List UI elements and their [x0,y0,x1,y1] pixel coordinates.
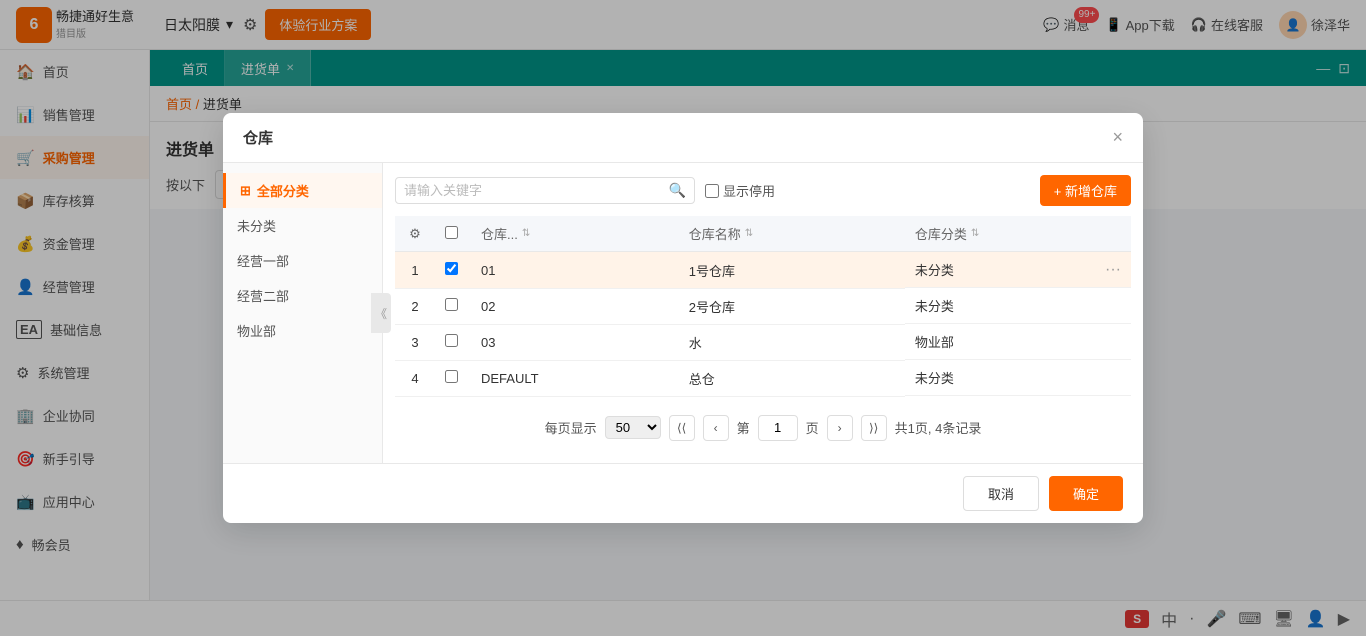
table-panel: 🔍 显示停用 + 新增仓库 ⚙ [383,163,1143,463]
row-name: 2号仓库 [679,288,905,324]
th-name-sort: 仓库名称 ⇅ [689,224,895,243]
table-row[interactable]: 2 02 2号仓库 未分类 [395,288,1131,324]
header-row: ⚙ 仓库... ⇅ [395,216,1131,252]
row-checkbox-cell [435,252,471,289]
dialog-body: ⊞ 全部分类 未分类 经营一部 经营二部 物业部 《 [223,163,1143,463]
row-name: 水 [679,324,905,360]
row-category: 物业部 [905,324,1131,360]
pagination: 每页显示 50 100 200 ⟨⟨ ‹ 第 页 › ⟩⟩ 共1页, 4条记录 [395,405,1131,451]
all-categories-item[interactable]: ⊞ 全部分类 [223,173,382,208]
page-summary: 共1页, 4条记录 [895,418,982,437]
row-num: 3 [395,324,435,360]
prev-page-btn[interactable]: ‹ [703,415,729,441]
row-num: 4 [395,360,435,396]
settings-col-icon[interactable]: ⚙ [409,226,421,241]
th-code: 仓库... ⇅ [471,216,679,252]
category-panel: ⊞ 全部分类 未分类 经营一部 经营二部 物业部 《 [223,163,383,463]
warehouse-dialog: 仓库 × ⊞ 全部分类 未分类 经营一部 经营二部 [223,113,1143,523]
row-category: 未分类 [905,360,1131,396]
row-checkbox[interactable] [445,334,458,347]
chevron-left-icon: 《 [375,305,387,322]
cat-item-uncategorized[interactable]: 未分类 [223,208,382,243]
select-all-checkbox[interactable] [445,226,458,239]
show-disabled-checkbox[interactable] [705,184,719,198]
page-unit: 页 [806,418,819,437]
confirm-button[interactable]: 确定 [1049,476,1123,511]
th-category-sort: 仓库分类 ⇅ [915,224,1121,243]
page-input[interactable] [758,415,798,441]
search-icon[interactable]: 🔍 [669,182,686,199]
row-checkbox[interactable] [445,370,458,383]
dialog-overlay: 仓库 × ⊞ 全部分类 未分类 经营一部 经营二部 [0,0,1366,636]
row-category: 未分类 ··· [905,252,1131,288]
last-page-btn[interactable]: ⟩⟩ [861,415,887,441]
cancel-button[interactable]: 取消 [963,476,1039,511]
row-checkbox-cell [435,360,471,396]
dialog-header: 仓库 × [223,113,1143,163]
category-sort-icon[interactable]: ⇅ [971,228,979,239]
row-name: 总仓 [679,360,905,396]
th-code-label: 仓库... [481,224,518,243]
row-code: 01 [471,252,679,289]
row-code: 03 [471,324,679,360]
cat-item-property[interactable]: 物业部 [223,313,382,348]
row-checkbox-cell [435,324,471,360]
cat-label-ops1: 经营一部 [237,254,289,269]
table-row[interactable]: 3 03 水 物业部 [395,324,1131,360]
cat-label-ops2: 经营二部 [237,289,289,304]
row-checkbox[interactable] [445,298,458,311]
per-page-select[interactable]: 50 100 200 [605,416,661,439]
page-label: 第 [737,418,750,437]
code-sort-icon[interactable]: ⇅ [522,228,530,239]
table-body: 1 01 1号仓库 未分类 ··· 2 02 2号仓库 未分类 3 [395,252,1131,397]
name-sort-icon[interactable]: ⇅ [745,228,753,239]
table-container: ⚙ 仓库... ⇅ [395,216,1131,397]
row-name: 1号仓库 [679,252,905,289]
grid-icon: ⊞ [240,183,251,199]
th-name: 仓库名称 ⇅ [679,216,905,252]
collapse-panel-btn[interactable]: 《 [371,293,391,333]
add-warehouse-btn[interactable]: + 新增仓库 [1040,175,1131,206]
row-num: 1 [395,252,435,289]
row-code: DEFAULT [471,360,679,396]
row-num: 2 [395,288,435,324]
cat-label-uncategorized: 未分类 [237,219,276,234]
search-box: 🔍 [395,177,695,204]
table-toolbar: 🔍 显示停用 + 新增仓库 [395,175,1131,206]
th-code-sort: 仓库... ⇅ [481,224,669,243]
th-category: 仓库分类 ⇅ [905,216,1131,252]
show-disabled-group: 显示停用 [705,181,775,200]
per-page-label: 每页显示 [545,418,597,437]
row-checkbox-cell [435,288,471,324]
table-row[interactable]: 4 DEFAULT 总仓 未分类 [395,360,1131,396]
th-name-label: 仓库名称 [689,224,741,243]
dialog-close-btn[interactable]: × [1112,127,1123,148]
th-category-label: 仓库分类 [915,224,967,243]
row-checkbox[interactable] [445,262,458,275]
show-disabled-label: 显示停用 [723,181,775,200]
search-input[interactable] [404,183,663,198]
dialog-footer: 取消 确定 [223,463,1143,523]
table-header: ⚙ 仓库... ⇅ [395,216,1131,252]
table-row[interactable]: 1 01 1号仓库 未分类 ··· [395,252,1131,289]
th-settings: ⚙ [395,216,435,252]
warehouse-table: ⚙ 仓库... ⇅ [395,216,1131,397]
dialog-title: 仓库 [243,127,273,148]
row-code: 02 [471,288,679,324]
th-checkbox [435,216,471,252]
all-categories-label: 全部分类 [257,181,309,200]
cat-item-ops1[interactable]: 经营一部 [223,243,382,278]
first-page-btn[interactable]: ⟨⟨ [669,415,695,441]
next-page-btn[interactable]: › [827,415,853,441]
row-category: 未分类 [905,288,1131,324]
cat-item-ops2[interactable]: 经营二部 [223,278,382,313]
cat-label-property: 物业部 [237,324,276,339]
row-actions-icon[interactable]: ··· [1105,261,1121,279]
